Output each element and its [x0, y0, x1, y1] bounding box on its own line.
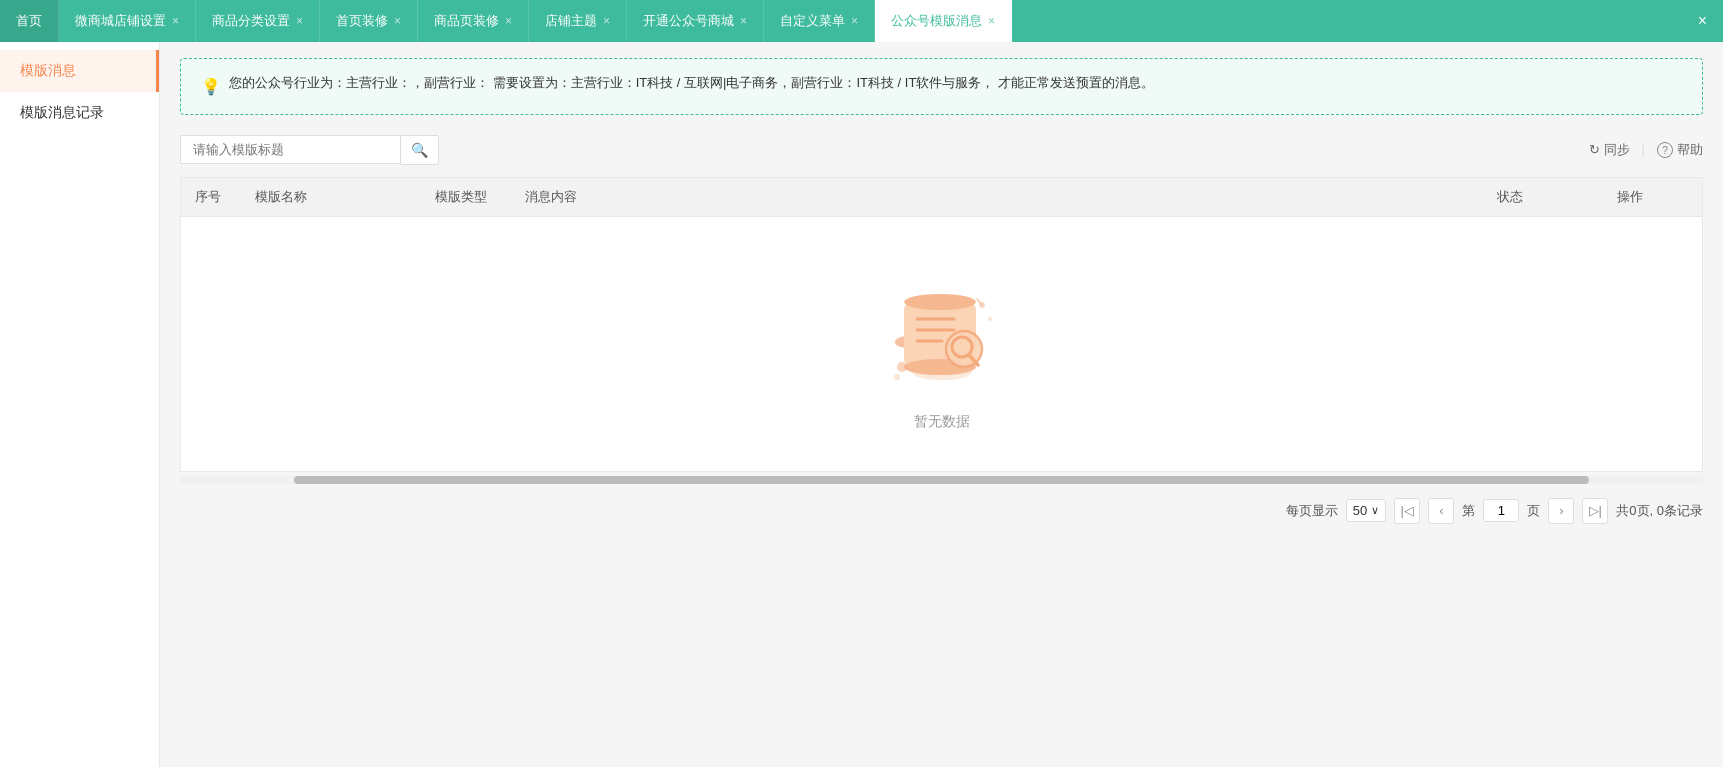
empty-text: 暂无数据: [181, 413, 1702, 431]
page-number-input[interactable]: [1483, 499, 1519, 522]
sync-icon: ↻: [1589, 142, 1600, 157]
last-page-button[interactable]: ▷|: [1582, 498, 1608, 524]
search-button[interactable]: 🔍: [400, 135, 439, 165]
tab-homepage-decor[interactable]: 首页装修 ×: [320, 0, 418, 42]
help-button[interactable]: ? 帮助: [1657, 141, 1703, 159]
svg-point-3: [904, 294, 976, 310]
tab-template-msg[interactable]: 公众号模版消息 ×: [875, 0, 1012, 42]
next-page-button[interactable]: ›: [1548, 498, 1574, 524]
scrollbar-thumb[interactable]: [294, 476, 1589, 484]
search-icon: 🔍: [411, 142, 428, 158]
col-header-type: 模版类型: [421, 177, 511, 216]
next-page-icon: ›: [1559, 503, 1563, 518]
page-prefix: 第: [1462, 502, 1475, 520]
close-tab-custom-menu[interactable]: ×: [851, 14, 858, 28]
col-header-name: 模版名称: [241, 177, 421, 216]
sidebar-item-template-msg[interactable]: 模版消息: [0, 50, 159, 92]
tab-home[interactable]: 首页: [0, 0, 59, 42]
col-header-action: 操作: [1603, 177, 1703, 216]
prev-page-button[interactable]: ‹: [1428, 498, 1454, 524]
notice-icon: 💡: [201, 74, 221, 100]
sync-button[interactable]: ↻ 同步: [1589, 141, 1630, 159]
content-area: 💡 您的公众号行业为：主营行业：，副营行业： 需要设置为：主营行业：IT科技 /…: [160, 42, 1723, 767]
svg-point-15: [894, 374, 900, 380]
close-tab-template-msg[interactable]: ×: [988, 14, 995, 28]
close-tab-product-category[interactable]: ×: [296, 14, 303, 28]
page-unit: 页: [1527, 502, 1540, 520]
close-tab-open-mall[interactable]: ×: [740, 14, 747, 28]
tab-wechat-shop[interactable]: 微商城店铺设置 ×: [59, 0, 196, 42]
table-empty-row: 暂无数据: [181, 216, 1703, 471]
tab-product-decor[interactable]: 商品页装修 ×: [418, 0, 529, 42]
empty-state: 暂无数据: [181, 217, 1702, 471]
top-navigation: 首页 微商城店铺设置 × 商品分类设置 × 首页装修 × 商品页装修 × 店铺主…: [0, 0, 1723, 42]
first-page-button[interactable]: |◁: [1394, 498, 1420, 524]
per-page-label: 每页显示: [1286, 502, 1338, 520]
first-page-icon: |◁: [1401, 503, 1414, 518]
table-scrollbar[interactable]: [180, 476, 1703, 484]
tab-product-category[interactable]: 商品分类设置 ×: [196, 0, 320, 42]
search-input[interactable]: [180, 135, 400, 164]
close-all-button[interactable]: ×: [1682, 12, 1723, 30]
main-layout: 模版消息 模版消息记录 💡 您的公众号行业为：主营行业：，副营行业： 需要设置为…: [0, 42, 1723, 767]
empty-icon: [882, 277, 1002, 397]
close-tab-product-decor[interactable]: ×: [505, 14, 512, 28]
col-header-status: 状态: [1483, 177, 1603, 216]
last-page-icon: ▷|: [1589, 503, 1602, 518]
sidebar-item-template-record[interactable]: 模版消息记录: [0, 92, 159, 134]
search-left: 🔍: [180, 135, 439, 165]
close-tab-homepage-decor[interactable]: ×: [394, 14, 401, 28]
chevron-down-icon: ∨: [1371, 504, 1379, 517]
page-size-select[interactable]: 50 ∨: [1346, 499, 1386, 522]
table-body: 暂无数据: [181, 216, 1703, 471]
data-table: 序号 模版名称 模版类型 消息内容 状态 操作: [180, 177, 1703, 472]
notice-text: 您的公众号行业为：主营行业：，副营行业： 需要设置为：主营行业：IT科技 / 互…: [229, 73, 1154, 94]
svg-point-12: [988, 317, 992, 321]
col-header-content: 消息内容: [511, 177, 1483, 216]
col-header-index: 序号: [181, 177, 241, 216]
search-actions: ↻ 同步 | ? 帮助: [1589, 141, 1703, 159]
prev-page-icon: ‹: [1439, 503, 1443, 518]
notice-box: 💡 您的公众号行业为：主营行业：，副营行业： 需要设置为：主营行业：IT科技 /…: [180, 58, 1703, 115]
sidebar: 模版消息 模版消息记录: [0, 42, 160, 767]
total-info: 共0页, 0条记录: [1616, 502, 1703, 520]
tab-custom-menu[interactable]: 自定义菜单 ×: [764, 0, 875, 42]
table-header-row: 序号 模版名称 模版类型 消息内容 状态 操作: [181, 177, 1703, 216]
pagination: 每页显示 50 ∨ |◁ ‹ 第 页 › ▷| 共0页, 0条记录: [180, 488, 1703, 528]
tab-open-mall[interactable]: 开通公众号商城 ×: [627, 0, 764, 42]
svg-point-14: [897, 362, 907, 372]
tab-shop-theme[interactable]: 店铺主题 ×: [529, 0, 627, 42]
close-tab-shop-theme[interactable]: ×: [603, 14, 610, 28]
close-tab-wechat-shop[interactable]: ×: [172, 14, 179, 28]
search-bar: 🔍 ↻ 同步 | ? 帮助: [180, 135, 1703, 165]
divider: |: [1642, 142, 1645, 157]
help-icon: ?: [1657, 142, 1673, 158]
